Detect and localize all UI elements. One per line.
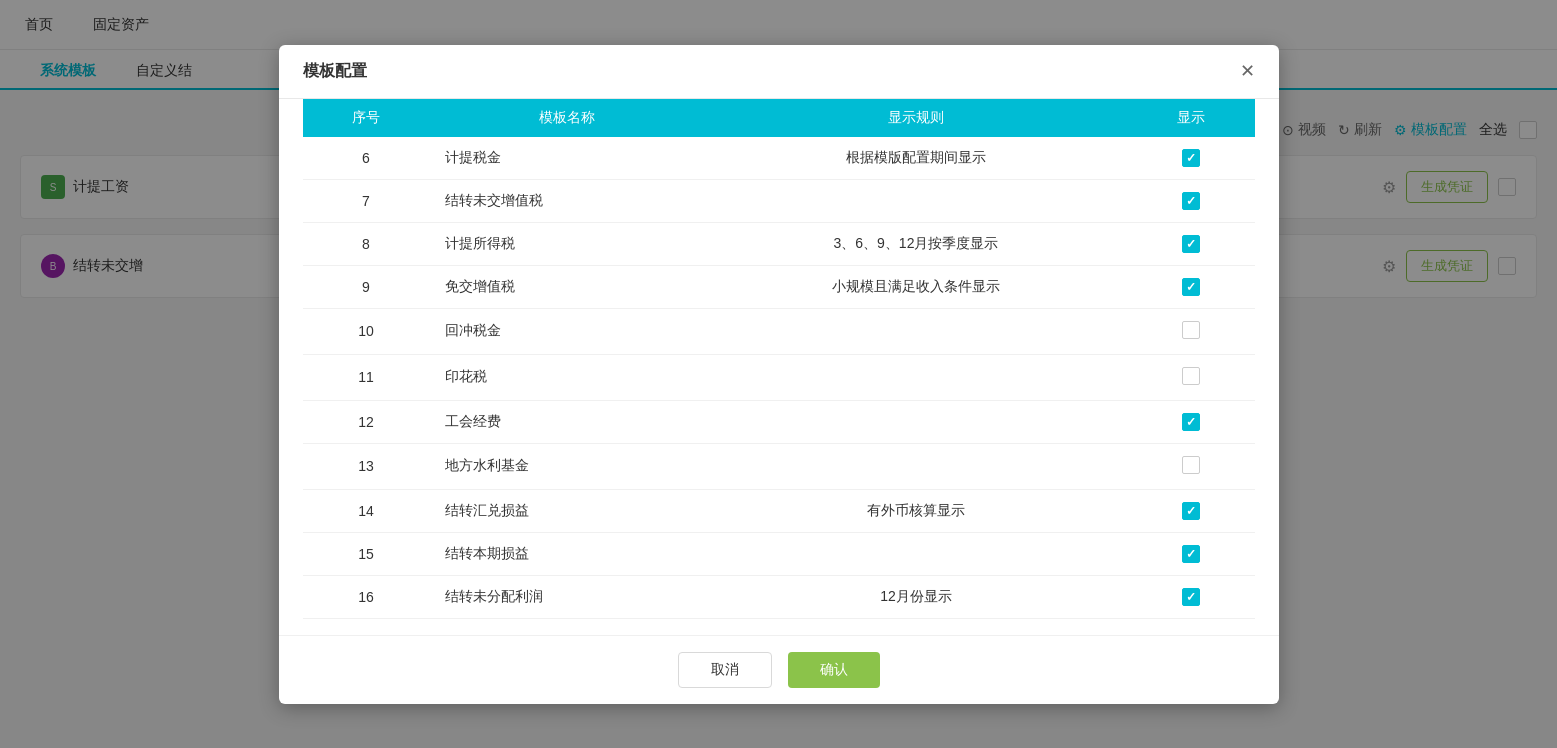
cell-seq: 6 bbox=[303, 137, 430, 180]
table-row: 7结转未交增值税 bbox=[303, 179, 1255, 222]
cell-display bbox=[1128, 354, 1255, 400]
table-row: 8计提所得税3、6、9、12月按季度显示 bbox=[303, 222, 1255, 265]
cell-rule bbox=[704, 400, 1127, 443]
table-row: 9免交增值税小规模且满足收入条件显示 bbox=[303, 265, 1255, 308]
cell-display bbox=[1128, 400, 1255, 443]
table-header-row: 序号 模板名称 显示规则 显示 bbox=[303, 99, 1255, 137]
table-row: 14结转汇兑损益有外币核算显示 bbox=[303, 489, 1255, 532]
display-checkbox[interactable] bbox=[1182, 278, 1200, 296]
display-checkbox[interactable] bbox=[1182, 321, 1200, 339]
modal-title: 模板配置 bbox=[303, 61, 367, 82]
cell-name: 计提所得税 bbox=[429, 222, 704, 265]
cancel-button[interactable]: 取消 bbox=[678, 652, 772, 688]
cell-display bbox=[1128, 308, 1255, 354]
cell-rule: 小规模且满足收入条件显示 bbox=[704, 265, 1127, 308]
cell-name: 地方水利基金 bbox=[429, 443, 704, 489]
col-header-seq: 序号 bbox=[303, 99, 430, 137]
cell-display bbox=[1128, 443, 1255, 489]
cell-seq: 11 bbox=[303, 354, 430, 400]
cell-rule bbox=[704, 532, 1127, 575]
cell-name: 印花税 bbox=[429, 354, 704, 400]
cell-rule: 3、6、9、12月按季度显示 bbox=[704, 222, 1127, 265]
cell-display bbox=[1128, 575, 1255, 618]
cell-display bbox=[1128, 179, 1255, 222]
display-checkbox[interactable] bbox=[1182, 456, 1200, 474]
col-header-display: 显示 bbox=[1128, 99, 1255, 137]
cell-seq: 13 bbox=[303, 443, 430, 489]
cell-name: 结转未分配利润 bbox=[429, 575, 704, 618]
cell-name: 计提税金 bbox=[429, 137, 704, 180]
cell-rule bbox=[704, 443, 1127, 489]
cell-name: 免交增值税 bbox=[429, 265, 704, 308]
cell-seq: 8 bbox=[303, 222, 430, 265]
cell-name: 结转汇兑损益 bbox=[429, 489, 704, 532]
cell-seq: 12 bbox=[303, 400, 430, 443]
cell-name: 结转未交增值税 bbox=[429, 179, 704, 222]
display-checkbox[interactable] bbox=[1182, 413, 1200, 431]
cell-display bbox=[1128, 532, 1255, 575]
cell-rule bbox=[704, 179, 1127, 222]
cell-rule: 12月份显示 bbox=[704, 575, 1127, 618]
table-row: 15结转本期损益 bbox=[303, 532, 1255, 575]
template-config-modal: 模板配置 ✕ 序号 模板名称 显示规则 显示 6计提税金根据模版配置期间显示7结… bbox=[279, 45, 1279, 704]
col-header-name: 模板名称 bbox=[429, 99, 704, 137]
display-checkbox[interactable] bbox=[1182, 235, 1200, 253]
col-header-rule: 显示规则 bbox=[704, 99, 1127, 137]
cell-seq: 10 bbox=[303, 308, 430, 354]
cell-display bbox=[1128, 222, 1255, 265]
modal-header: 模板配置 ✕ bbox=[279, 45, 1279, 99]
table-row: 11印花税 bbox=[303, 354, 1255, 400]
cell-name: 结转本期损益 bbox=[429, 532, 704, 575]
cell-seq: 16 bbox=[303, 575, 430, 618]
config-table: 序号 模板名称 显示规则 显示 6计提税金根据模版配置期间显示7结转未交增值税8… bbox=[303, 99, 1255, 619]
modal-close-button[interactable]: ✕ bbox=[1240, 62, 1255, 80]
table-row: 16结转未分配利润12月份显示 bbox=[303, 575, 1255, 618]
modal-body: 序号 模板名称 显示规则 显示 6计提税金根据模版配置期间显示7结转未交增值税8… bbox=[279, 99, 1279, 635]
display-checkbox[interactable] bbox=[1182, 149, 1200, 167]
cell-display bbox=[1128, 265, 1255, 308]
confirm-button[interactable]: 确认 bbox=[788, 652, 880, 688]
cell-display bbox=[1128, 137, 1255, 180]
cell-seq: 15 bbox=[303, 532, 430, 575]
table-row: 13地方水利基金 bbox=[303, 443, 1255, 489]
cell-seq: 9 bbox=[303, 265, 430, 308]
table-row: 12工会经费 bbox=[303, 400, 1255, 443]
display-checkbox[interactable] bbox=[1182, 588, 1200, 606]
cell-seq: 14 bbox=[303, 489, 430, 532]
cell-rule: 有外币核算显示 bbox=[704, 489, 1127, 532]
cell-display bbox=[1128, 489, 1255, 532]
table-row: 10回冲税金 bbox=[303, 308, 1255, 354]
cell-name: 工会经费 bbox=[429, 400, 704, 443]
display-checkbox[interactable] bbox=[1182, 502, 1200, 520]
cell-rule: 根据模版配置期间显示 bbox=[704, 137, 1127, 180]
modal-overlay: 模板配置 ✕ 序号 模板名称 显示规则 显示 6计提税金根据模版配置期间显示7结… bbox=[0, 0, 1557, 748]
cell-seq: 7 bbox=[303, 179, 430, 222]
display-checkbox[interactable] bbox=[1182, 192, 1200, 210]
display-checkbox[interactable] bbox=[1182, 367, 1200, 385]
display-checkbox[interactable] bbox=[1182, 545, 1200, 563]
cell-rule bbox=[704, 308, 1127, 354]
modal-footer: 取消 确认 bbox=[279, 635, 1279, 704]
cell-rule bbox=[704, 354, 1127, 400]
table-row: 6计提税金根据模版配置期间显示 bbox=[303, 137, 1255, 180]
cell-name: 回冲税金 bbox=[429, 308, 704, 354]
